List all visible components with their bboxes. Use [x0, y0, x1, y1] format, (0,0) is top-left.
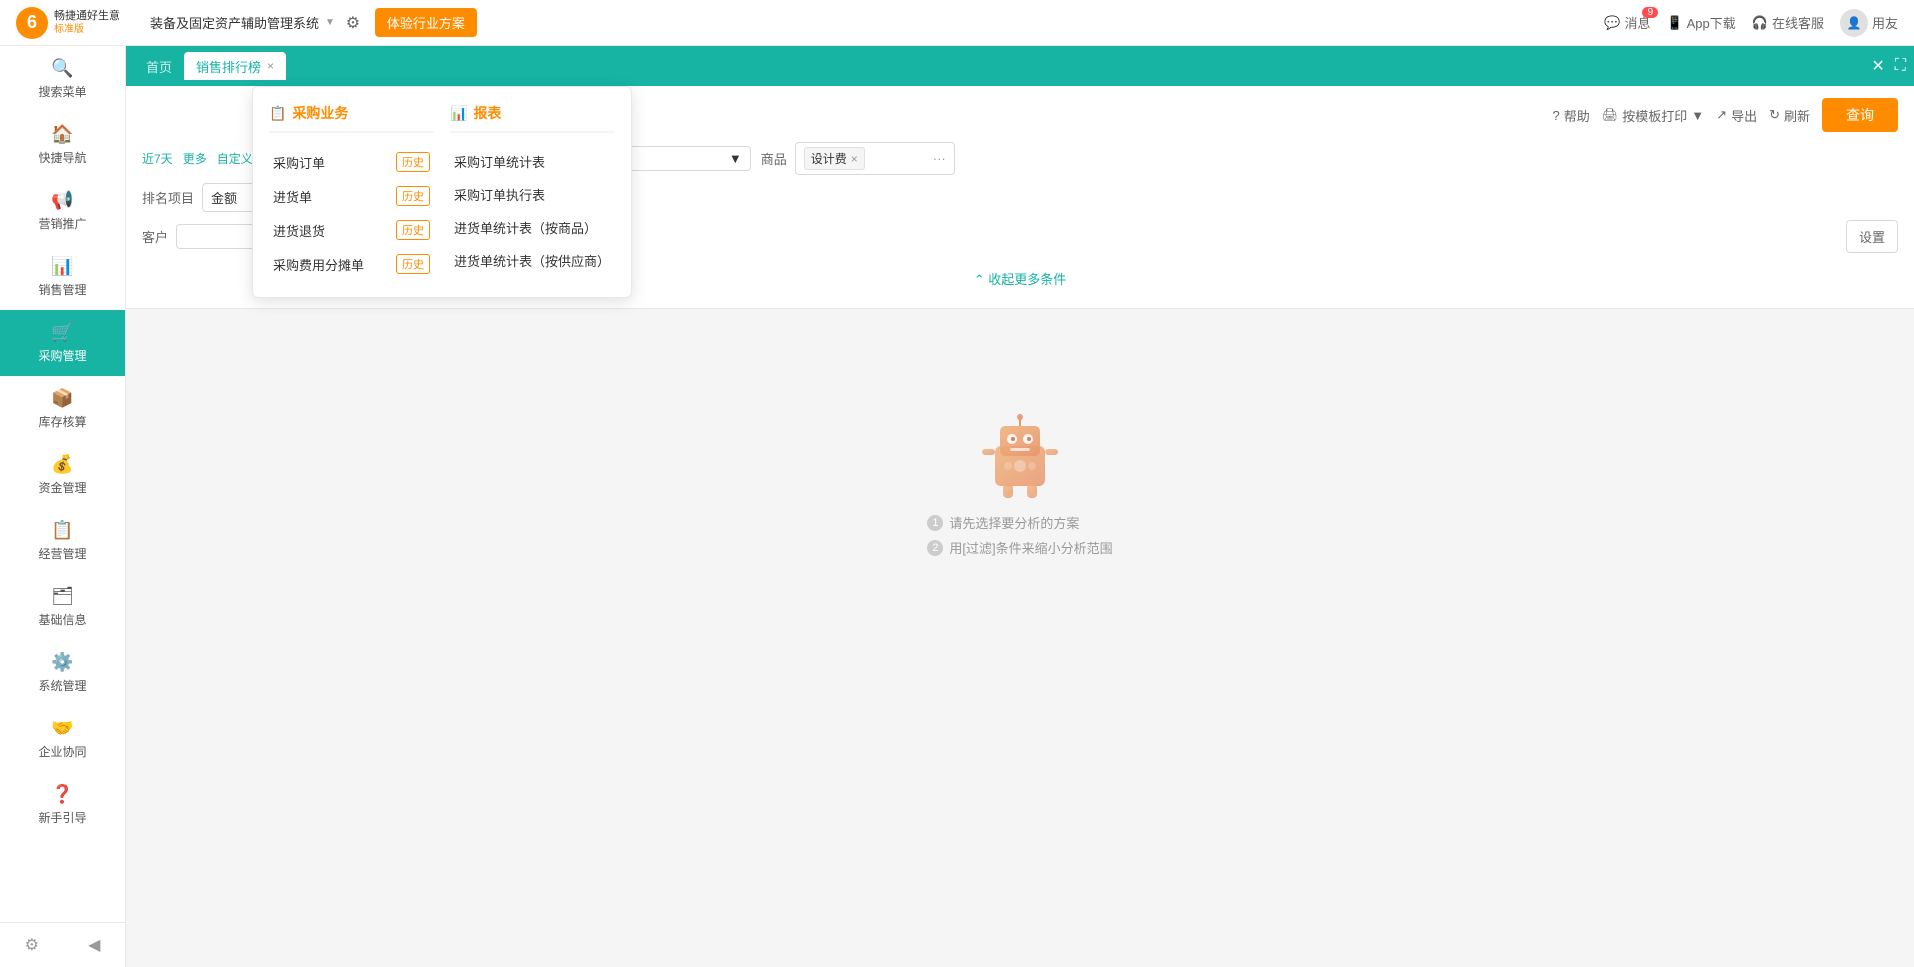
sidebar-item-operations[interactable]: 📋 经营管理 — [0, 508, 125, 574]
sidebar: 🔍 搜索菜单 🏠 快捷导航 📢 营销推广 📊 销售管理 🛒 采购管理 📦 — [0, 46, 126, 967]
dropdown-item-order-stats[interactable]: 采购订单统计表 — [450, 145, 615, 178]
product-filter: 商品 设计费 × ··· — [761, 142, 955, 175]
sidebar-item-finance[interactable]: 💰 资金管理 — [0, 442, 125, 508]
logo-text: 畅捷通好生意 标准版 — [54, 9, 120, 36]
online-service-button[interactable]: 🎧 在线客服 — [1752, 13, 1824, 32]
basic-info-icon: 🗂 — [51, 586, 74, 607]
dropdown-item-receipt-stats-supplier[interactable]: 进货单统计表（按供应商） — [450, 244, 615, 277]
dropdown-item-order-exec[interactable]: 采购订单执行表 — [450, 178, 615, 211]
dropdown-arrow-icon: ▼ — [325, 17, 335, 28]
query-button[interactable]: 查询 — [1822, 98, 1898, 132]
help-button[interactable]: ? 帮助 — [1553, 106, 1590, 125]
date-more-button[interactable]: 更多 — [183, 150, 207, 167]
tab-home[interactable]: 首页 — [134, 52, 184, 80]
dropdown-col-report: 📊 报表 采购订单统计表 采购订单执行表 进货单统计表（按商品） — [450, 103, 615, 281]
settings-gear-icon[interactable]: ⚙ — [339, 9, 367, 37]
home-icon: 🏠 — [51, 124, 73, 145]
industry-button[interactable]: 体验行业方案 — [375, 8, 477, 37]
print-arrow-icon: ▼ — [1691, 108, 1704, 123]
dropdown-item-purchase-order[interactable]: 采购订单 历史 — [269, 145, 434, 179]
empty-hint-area: 1 请先选择要分析的方案 2 用[过滤]条件来缩小分析范围 — [927, 513, 1112, 557]
phone-icon: 📱 — [1666, 15, 1682, 31]
sidebar-item-sales[interactable]: 📊 销售管理 — [0, 244, 125, 310]
sidebar-item-newbie[interactable]: ❓ 新手引导 — [0, 772, 125, 838]
dropdown-col-purchase: 📋 采购业务 采购订单 历史 进货单 历史 进货退货 — [269, 103, 434, 281]
history-badge-purchase-order: 历史 — [396, 152, 430, 172]
settings-button[interactable]: 设置 — [1846, 220, 1898, 253]
sidebar-item-enterprise[interactable]: 🤝 企业协同 — [0, 706, 125, 772]
purchase-dropdown-menu: 📋 采购业务 采购订单 历史 进货单 历史 进货退货 — [252, 86, 632, 298]
filter-action-buttons: 设置 — [1846, 220, 1898, 253]
template-print-button[interactable]: 🖨 按模板打印 ▼ — [1602, 106, 1704, 125]
help-icon: ? — [1553, 108, 1560, 123]
product-tag: 设计费 × — [804, 147, 865, 170]
system-selector[interactable]: 装备及固定资产辅助管理系统 ▼ — [150, 13, 335, 32]
sidebar-bottom: ⚙ ◀ — [0, 922, 125, 967]
user-button[interactable]: 👤 用友 — [1840, 9, 1898, 37]
messages-button[interactable]: 💬 消息 9 — [1604, 13, 1650, 32]
tab-bar-close-buttons: ✕ ⛶ — [1871, 56, 1906, 76]
avatar: 👤 — [1840, 9, 1868, 37]
empty-illustration — [970, 411, 1070, 501]
dropdown-item-return[interactable]: 进货退货 历史 — [269, 213, 434, 247]
enterprise-icon: 🤝 — [51, 718, 73, 739]
purchase-business-icon: 📋 — [269, 105, 286, 122]
hint-num-2: 2 — [927, 540, 943, 556]
window-maximize-icon[interactable]: ⛶ — [1895, 57, 1906, 75]
system-name: 装备及固定资产辅助管理系统 — [150, 13, 319, 32]
sidebar-item-marketing[interactable]: 📢 营销推广 — [0, 178, 125, 244]
tab-bar: 首页 销售排行榜 × ✕ ⛶ — [126, 46, 1914, 86]
inventory-icon: 📦 — [51, 388, 73, 409]
history-badge-expense: 历史 — [396, 254, 430, 274]
logo-area: 6 畅捷通好生意 标准版 — [16, 7, 142, 39]
tab-sales-ranking[interactable]: 销售排行榜 × — [184, 52, 286, 80]
refresh-icon: ↻ — [1769, 107, 1780, 123]
sidebar-collapse-icon[interactable]: ◀ — [88, 935, 100, 955]
history-badge-return: 历史 — [396, 220, 430, 240]
dropdown-item-receipt[interactable]: 进货单 历史 — [269, 179, 434, 213]
product-tag-remove[interactable]: × — [851, 152, 858, 166]
dropdown-col1-title: 📋 采购业务 — [269, 103, 434, 133]
dropdown-item-receipt-stats-product[interactable]: 进货单统计表（按商品） — [450, 211, 615, 244]
refresh-button[interactable]: ↻ 刷新 — [1769, 106, 1810, 125]
hint-num-1: 1 — [927, 515, 943, 531]
sidebar-settings-icon[interactable]: ⚙ — [25, 935, 39, 955]
export-button[interactable]: ↗ 导出 — [1716, 106, 1757, 125]
dropdown-col2-title: 📊 报表 — [450, 103, 615, 133]
page-content: 1 请先选择要分析的方案 2 用[过滤]条件来缩小分析范围 — [126, 309, 1914, 967]
sidebar-item-basic-info[interactable]: 🗂 基础信息 — [0, 574, 125, 640]
operations-icon: 📋 — [51, 520, 73, 541]
tab-close-icon[interactable]: × — [267, 59, 274, 73]
window-close-icon[interactable]: ✕ — [1871, 56, 1884, 76]
headset-icon: 🎧 — [1752, 15, 1768, 31]
sidebar-item-search[interactable]: 🔍 搜索菜单 — [0, 46, 125, 112]
sales-icon: 📊 — [51, 256, 73, 277]
message-icon: 💬 — [1604, 15, 1620, 31]
sidebar-item-purchase[interactable]: 🛒 采购管理 — [0, 310, 125, 376]
report-icon: 📊 — [450, 105, 467, 122]
date-custom-button[interactable]: 自定义 — [217, 150, 253, 167]
top-right-actions: 💬 消息 9 📱 App下载 🎧 在线客服 👤 用友 — [1604, 9, 1898, 37]
finance-icon: 💰 — [51, 454, 73, 475]
dropdown-item-expense[interactable]: 采购费用分摊单 历史 — [269, 247, 434, 281]
search-icon: 🔍 — [51, 58, 73, 79]
product-dots[interactable]: ··· — [933, 151, 946, 166]
sidebar-item-system[interactable]: ⚙️ 系统管理 — [0, 640, 125, 706]
newbie-icon: ❓ — [51, 784, 73, 805]
dropdown-arrow-icon: ▼ — [729, 151, 742, 166]
export-icon: ↗ — [1716, 107, 1727, 123]
marketing-icon: 📢 — [51, 190, 73, 211]
sidebar-item-quick-nav[interactable]: 🏠 快捷导航 — [0, 112, 125, 178]
app-download-button[interactable]: 📱 App下载 — [1666, 13, 1735, 32]
product-input[interactable]: 设计费 × ··· — [795, 142, 955, 175]
system-icon: ⚙️ — [51, 652, 73, 673]
print-icon: 🖨 — [1602, 107, 1619, 123]
date-quick-7[interactable]: 近7天 — [142, 150, 173, 167]
sidebar-item-inventory[interactable]: 📦 库存核算 — [0, 376, 125, 442]
purchase-icon: 🛒 — [51, 322, 73, 343]
empty-state: 1 请先选择要分析的方案 2 用[过滤]条件来缩小分析范围 — [126, 309, 1914, 659]
history-badge-receipt: 历史 — [396, 186, 430, 206]
logo-icon: 6 — [16, 7, 48, 39]
dropdown-columns: 📋 采购业务 采购订单 历史 进货单 历史 进货退货 — [269, 103, 615, 281]
